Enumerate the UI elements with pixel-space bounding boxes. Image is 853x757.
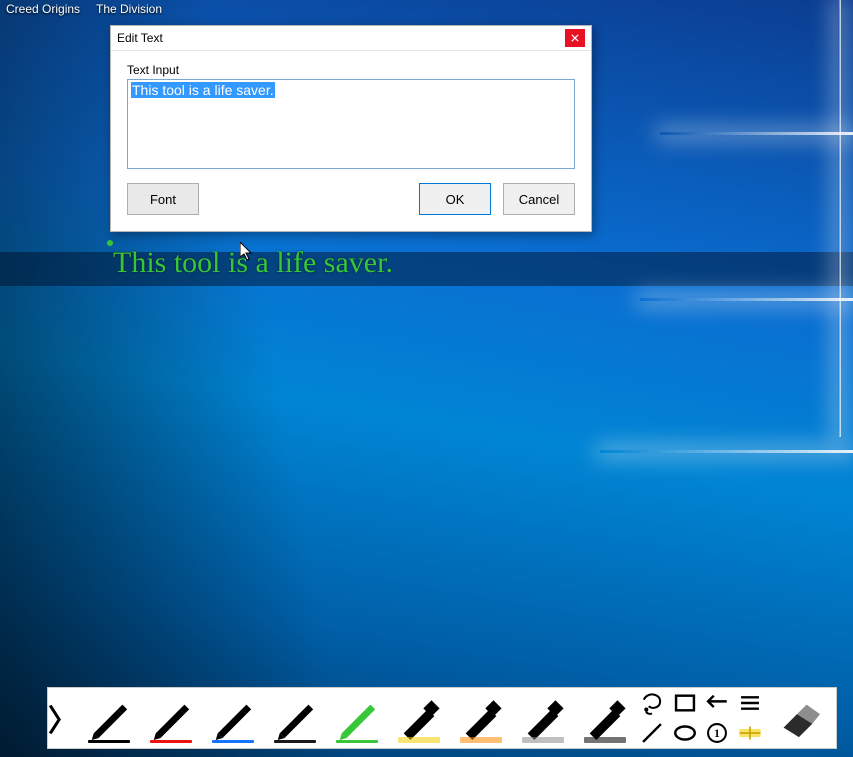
text-input[interactable]: This tool is a life saver. bbox=[127, 79, 575, 169]
close-icon bbox=[571, 34, 579, 42]
ellipse-tool-icon bbox=[672, 720, 698, 746]
selected-text: This tool is a life saver. bbox=[131, 82, 275, 98]
lines-tool[interactable] bbox=[734, 688, 767, 718]
pen-black[interactable] bbox=[78, 688, 140, 748]
annotation-text: This tool is a life saver. bbox=[113, 246, 393, 280]
undo-tool[interactable] bbox=[701, 688, 734, 718]
toolbar-expand-button[interactable]: 〉 bbox=[48, 688, 78, 748]
undo-icon bbox=[704, 690, 730, 716]
desktop-shortcut-division[interactable]: The Division bbox=[96, 2, 162, 16]
desktop-shortcut-creed[interactable]: Creed Origins bbox=[6, 2, 80, 16]
svg-text:1: 1 bbox=[714, 728, 720, 740]
eraser-tool[interactable] bbox=[766, 688, 828, 748]
numbered-stamp-tool[interactable]: 1 bbox=[701, 718, 734, 748]
line-tool[interactable] bbox=[636, 718, 669, 748]
pen-green[interactable] bbox=[326, 688, 388, 748]
ellipse-tool[interactable] bbox=[669, 718, 702, 748]
rectangle-tool-icon bbox=[672, 690, 698, 716]
text-highlight-icon bbox=[737, 720, 763, 746]
eraser-icon bbox=[774, 695, 820, 741]
pen-blue[interactable] bbox=[202, 688, 264, 748]
line-tool-icon bbox=[639, 720, 665, 746]
text-highlight-tool[interactable] bbox=[734, 718, 767, 748]
ok-button[interactable]: OK bbox=[419, 183, 491, 215]
lines-tool-icon bbox=[737, 690, 763, 716]
hl-black[interactable] bbox=[574, 688, 636, 748]
lasso-tool-icon bbox=[639, 690, 665, 716]
hl-orange[interactable] bbox=[450, 688, 512, 748]
close-button[interactable] bbox=[565, 29, 585, 47]
hl-yellow[interactable] bbox=[388, 688, 450, 748]
chevron-right-icon: 〉 bbox=[48, 696, 78, 740]
lasso-tool[interactable] bbox=[636, 688, 669, 718]
hl-gray[interactable] bbox=[512, 688, 574, 748]
shape-tools-group: 1 bbox=[636, 688, 766, 748]
cancel-button[interactable]: Cancel bbox=[503, 183, 575, 215]
rectangle-tool[interactable] bbox=[669, 688, 702, 718]
dialog-titlebar[interactable]: Edit Text bbox=[111, 26, 591, 51]
text-input-label: Text Input bbox=[127, 63, 575, 77]
edit-text-dialog: Edit Text Text Input This tool is a life… bbox=[110, 25, 592, 232]
desktop: Creed Origins The Division This tool is … bbox=[0, 0, 853, 757]
font-button[interactable]: Font bbox=[127, 183, 199, 215]
annotation-toolbar: 〉 1 bbox=[47, 687, 837, 749]
pen-red[interactable] bbox=[140, 688, 202, 748]
pen-dark[interactable] bbox=[264, 688, 326, 748]
numbered-stamp-icon: 1 bbox=[704, 720, 730, 746]
dialog-title: Edit Text bbox=[117, 26, 565, 50]
